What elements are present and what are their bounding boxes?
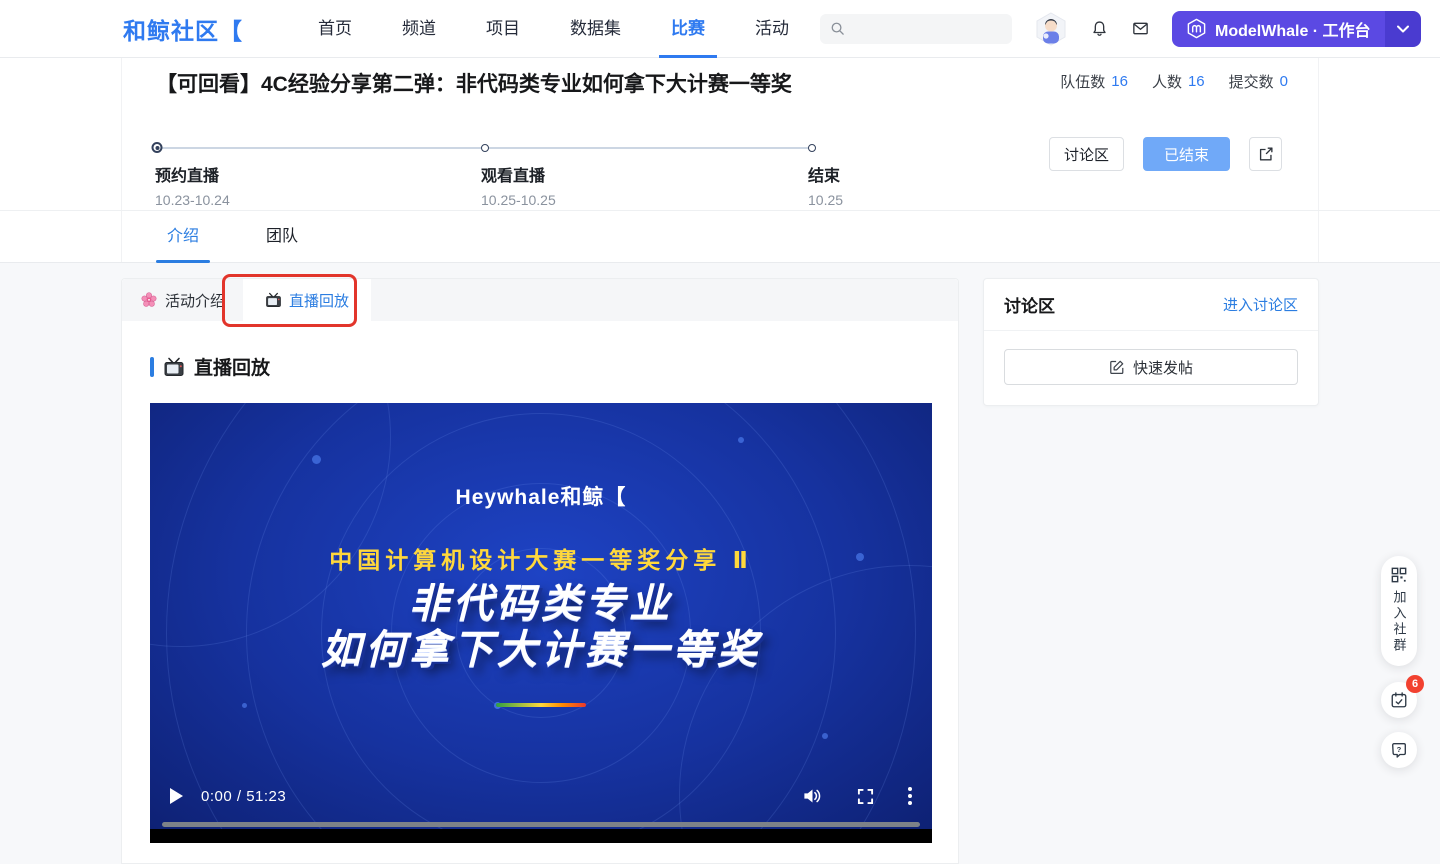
join-community-label: 加入社群 (1391, 590, 1407, 654)
search-box[interactable] (820, 13, 1012, 44)
modelwhale-logo-icon (1186, 18, 1207, 39)
modelwhale-workbench-button[interactable]: ModelWhale · 工作台 (1172, 10, 1421, 47)
bell-icon (1090, 19, 1109, 38)
nav-activities[interactable]: 活动 (730, 0, 814, 58)
video-progress-bar[interactable] (162, 822, 920, 827)
video-time-display: 0:00 / 51:23 (201, 787, 287, 805)
page-title: 【可回看】4C经验分享第二弹：非代码类专业如何拿下大计赛一等奖 (156, 73, 792, 96)
timeline-stage-watch: 观看直播 10.25-10.25 (481, 168, 556, 208)
help-feedback-button[interactable]: ? (1381, 732, 1417, 768)
fullscreen-button[interactable] (857, 788, 874, 805)
qr-code-icon (1391, 567, 1407, 583)
share-button[interactable] (1249, 137, 1282, 171)
user-avatar[interactable] (1034, 11, 1068, 46)
timeline-node-1 (151, 142, 163, 153)
nav-projects[interactable]: 项目 (461, 0, 545, 58)
help-icon: ? (1390, 741, 1408, 759)
tv-icon (265, 292, 282, 308)
section-header: 直播回放 (150, 353, 930, 380)
competition-actions: 讨论区 已结束 (1048, 137, 1282, 171)
calendar-check-icon (1390, 691, 1408, 709)
notifications-button[interactable] (1090, 19, 1109, 38)
share-icon (1257, 145, 1275, 163)
timeline-node-3 (808, 144, 816, 152)
site-logo[interactable]: 和鲸社区【 (123, 12, 243, 46)
tv-icon (163, 357, 185, 377)
nav-competitions[interactable]: 比赛 (646, 0, 730, 58)
mail-icon (1131, 19, 1150, 38)
flower-icon (140, 291, 158, 309)
section-title: 直播回放 (194, 358, 271, 379)
video-player[interactable]: Heywhale和鲸【 中国计算机设计大赛一等奖分享 Ⅱ 非代码类专业 如何拿下… (150, 403, 932, 843)
subnav-activity-intro[interactable]: 活动介绍 (122, 279, 243, 321)
stat-teams: 队伍数 16 (1060, 73, 1128, 91)
nav-datasets[interactable]: 数据集 (545, 0, 646, 58)
video-controls: 0:00 / 51:23 (150, 787, 932, 805)
quick-post-button[interactable]: 快速发帖 (1004, 349, 1298, 385)
stat-participants: 人数 16 (1151, 73, 1205, 91)
competition-stats: 队伍数 16 人数 16 提交数 0 (1060, 71, 1288, 92)
main-nav: 首页 频道 项目 数据集 比赛 活动 (293, 0, 814, 58)
discussion-button[interactable]: 讨论区 (1048, 137, 1124, 171)
competition-header-section: 【可回看】4C经验分享第二弹：非代码类专业如何拿下大计赛一等奖 队伍数 16 人数… (0, 58, 1440, 211)
competition-timeline: 预约直播 10.23-10.24 观看直播 10.25-10.25 结束 10.… (151, 140, 847, 208)
status-ended-button[interactable]: 已结束 (1142, 137, 1230, 171)
tab-introduction[interactable]: 介绍 (155, 211, 211, 263)
more-options-button[interactable] (908, 787, 912, 805)
video-thumbnail: Heywhale和鲸【 中国计算机设计大赛一等奖分享 Ⅱ 非代码类专业 如何拿下… (150, 403, 932, 829)
edit-icon (1109, 359, 1125, 375)
detail-tab-bar: 介绍 团队 (0, 211, 1440, 263)
messages-button[interactable] (1131, 19, 1150, 38)
notification-badge: 6 (1406, 675, 1424, 693)
nav-channels[interactable]: 频道 (377, 0, 461, 58)
stat-submissions: 提交数 0 (1228, 73, 1288, 91)
events-calendar-button[interactable]: 6 (1381, 675, 1424, 718)
subnav-live-replay[interactable]: 直播回放 (243, 279, 372, 321)
workbench-dropdown-toggle[interactable] (1384, 10, 1421, 47)
workbench-label: ModelWhale · 工作台 (1215, 22, 1371, 40)
timeline-stage-end: 结束 10.25 (808, 168, 844, 208)
top-navigation-bar: 和鲸社区【 首页 频道 项目 数据集 比赛 活动 ModelWhale · 工作… (0, 0, 1440, 58)
nav-home[interactable]: 首页 (293, 0, 377, 58)
volume-button[interactable] (802, 787, 823, 805)
svg-text:?: ? (1397, 745, 1402, 754)
tab-team[interactable]: 团队 (257, 211, 307, 263)
join-community-button[interactable]: 加入社群 (1381, 556, 1417, 666)
video-headline-line2: 如何拿下大计赛一等奖 (321, 628, 761, 672)
decorative-gradient-line (496, 703, 586, 707)
video-brand-text: Heywhale和鲸【 (455, 486, 627, 509)
floating-action-column: 加入社群 6 ? (1381, 556, 1424, 768)
enter-discussion-link[interactable]: 进入讨论区 (1223, 294, 1298, 315)
play-button[interactable] (170, 788, 183, 804)
timeline-node-2 (481, 144, 489, 152)
search-input[interactable] (852, 20, 1002, 37)
section-accent-bar (150, 356, 154, 377)
timeline-stage-reserve: 预约直播 10.23-10.24 (155, 168, 230, 208)
page: 和鲸社区【 首页 频道 项目 数据集 比赛 活动 ModelWhale · 工作… (0, 0, 1440, 864)
video-subtitle-text: 中国计算机设计大赛一等奖分享 Ⅱ (329, 547, 753, 573)
chevron-down-icon (1396, 25, 1409, 33)
content-subnav: 活动介绍 直播回放 (122, 274, 958, 327)
sidebar-title: 讨论区 (1004, 297, 1055, 316)
discussion-sidebar-card: 讨论区 进入讨论区 快速发帖 (983, 278, 1319, 406)
search-icon (830, 21, 845, 36)
introduction-content-card: 活动介绍 直播回放 直播回放 Heywhale和鲸【 中国计算机设计大赛一等奖分… (121, 274, 959, 864)
